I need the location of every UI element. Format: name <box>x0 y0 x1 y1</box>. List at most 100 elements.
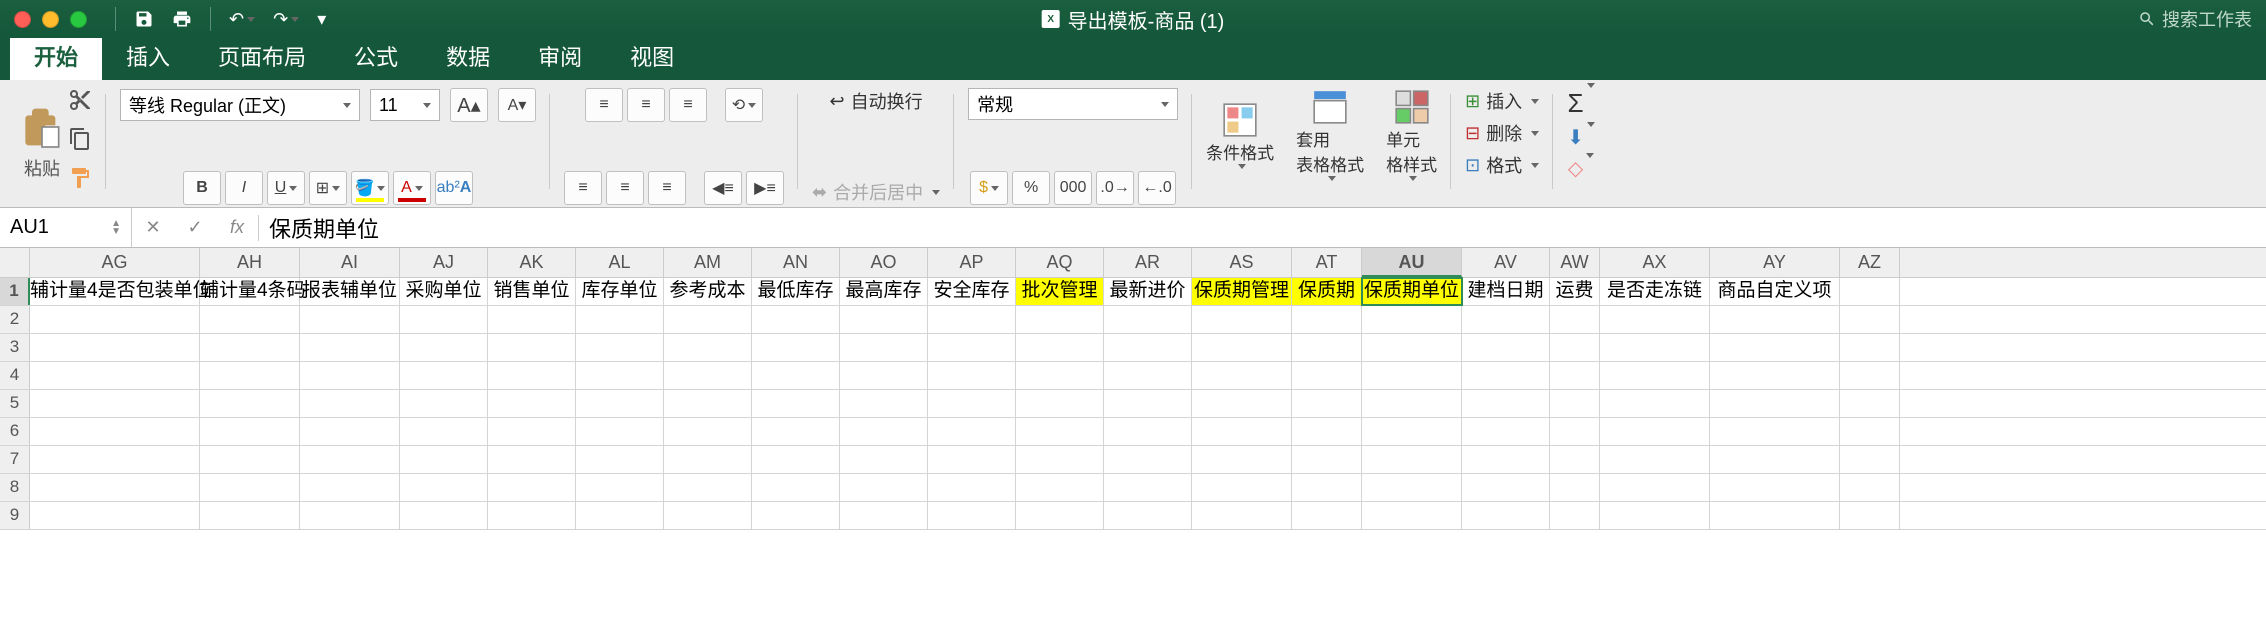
cell-AT1[interactable]: 保质期 <box>1292 278 1362 305</box>
col-header-AM[interactable]: AM <box>664 248 752 277</box>
font-color-button[interactable]: A <box>393 171 431 205</box>
cell-AL9[interactable] <box>576 502 664 529</box>
cell-AZ7[interactable] <box>1840 446 1900 473</box>
cell-AU1[interactable]: 保质期单位 <box>1362 278 1462 305</box>
fill-color-button[interactable]: 🪣 <box>351 171 389 205</box>
tab-视图[interactable]: 视图 <box>606 32 698 80</box>
cell-AQ1[interactable]: 批次管理 <box>1016 278 1104 305</box>
cell-AK1[interactable]: 销售单位 <box>488 278 576 305</box>
tab-审阅[interactable]: 审阅 <box>514 32 606 80</box>
cell-AI4[interactable] <box>300 362 400 389</box>
cell-AY2[interactable] <box>1710 306 1840 333</box>
tab-公式[interactable]: 公式 <box>330 32 422 80</box>
cell-AY7[interactable] <box>1710 446 1840 473</box>
cell-AV7[interactable] <box>1462 446 1550 473</box>
cell-AH6[interactable] <box>200 418 300 445</box>
cell-styles-button[interactable]: 单元 格样式 <box>1386 88 1437 181</box>
col-header-AO[interactable]: AO <box>840 248 928 277</box>
cell-AY1[interactable]: 商品自定义项 <box>1710 278 1840 305</box>
cell-AN8[interactable] <box>752 474 840 501</box>
cell-AV1[interactable]: 建档日期 <box>1462 278 1550 305</box>
cell-AG8[interactable] <box>30 474 200 501</box>
cell-AQ4[interactable] <box>1016 362 1104 389</box>
cell-AW8[interactable] <box>1550 474 1600 501</box>
cell-AN1[interactable]: 最低库存 <box>752 278 840 305</box>
underline-button[interactable]: U <box>267 171 305 205</box>
cell-AK5[interactable] <box>488 390 576 417</box>
cell-AG3[interactable] <box>30 334 200 361</box>
cell-AV9[interactable] <box>1462 502 1550 529</box>
tab-开始[interactable]: 开始 <box>10 32 102 80</box>
col-header-AT[interactable]: AT <box>1292 248 1362 277</box>
cell-AS5[interactable] <box>1192 390 1292 417</box>
col-header-AY[interactable]: AY <box>1710 248 1840 277</box>
formula-cancel-icon[interactable]: ✕ <box>132 217 174 238</box>
row-header-6[interactable]: 6 <box>0 418 30 445</box>
cell-AN7[interactable] <box>752 446 840 473</box>
col-header-AU[interactable]: AU <box>1362 248 1462 277</box>
cell-AX4[interactable] <box>1600 362 1710 389</box>
cell-AQ7[interactable] <box>1016 446 1104 473</box>
align-middle-icon[interactable]: ≡ <box>627 88 665 122</box>
cell-AW5[interactable] <box>1550 390 1600 417</box>
tab-页面布局[interactable]: 页面布局 <box>194 32 330 80</box>
cell-AT5[interactable] <box>1292 390 1362 417</box>
cell-AO5[interactable] <box>840 390 928 417</box>
cell-AS1[interactable]: 保质期管理 <box>1192 278 1292 305</box>
cell-AH5[interactable] <box>200 390 300 417</box>
cell-AZ1[interactable] <box>1840 278 1900 305</box>
cell-AW1[interactable]: 运费 <box>1550 278 1600 305</box>
cell-AZ6[interactable] <box>1840 418 1900 445</box>
cell-AG6[interactable] <box>30 418 200 445</box>
cell-AX1[interactable]: 是否走冻链 <box>1600 278 1710 305</box>
cell-AJ1[interactable]: 采购单位 <box>400 278 488 305</box>
row-header-9[interactable]: 9 <box>0 502 30 529</box>
cell-AQ8[interactable] <box>1016 474 1104 501</box>
cell-AQ6[interactable] <box>1016 418 1104 445</box>
number-format-select[interactable]: 常规 <box>968 88 1178 120</box>
cell-AT7[interactable] <box>1292 446 1362 473</box>
cell-AL1[interactable]: 库存单位 <box>576 278 664 305</box>
cell-AH9[interactable] <box>200 502 300 529</box>
cell-AI5[interactable] <box>300 390 400 417</box>
cell-AR6[interactable] <box>1104 418 1192 445</box>
cell-AP7[interactable] <box>928 446 1016 473</box>
redo-icon[interactable]: ↷ <box>273 9 299 30</box>
cell-AW2[interactable] <box>1550 306 1600 333</box>
cell-AW7[interactable] <box>1550 446 1600 473</box>
cell-AW9[interactable] <box>1550 502 1600 529</box>
cell-AS7[interactable] <box>1192 446 1292 473</box>
col-header-AH[interactable]: AH <box>200 248 300 277</box>
cell-AU9[interactable] <box>1362 502 1462 529</box>
cell-AN5[interactable] <box>752 390 840 417</box>
cell-AW3[interactable] <box>1550 334 1600 361</box>
cell-AY5[interactable] <box>1710 390 1840 417</box>
cell-AS2[interactable] <box>1192 306 1292 333</box>
cell-AZ5[interactable] <box>1840 390 1900 417</box>
cell-AY6[interactable] <box>1710 418 1840 445</box>
row-header-1[interactable]: 1 <box>0 278 30 305</box>
increase-indent-icon[interactable]: ▶≡ <box>746 171 784 205</box>
col-header-AP[interactable]: AP <box>928 248 1016 277</box>
cell-AN6[interactable] <box>752 418 840 445</box>
cell-AQ3[interactable] <box>1016 334 1104 361</box>
cell-AI6[interactable] <box>300 418 400 445</box>
cell-AT6[interactable] <box>1292 418 1362 445</box>
search-box[interactable]: 搜索工作表 <box>2138 6 2252 32</box>
cell-AY9[interactable] <box>1710 502 1840 529</box>
cell-AV4[interactable] <box>1462 362 1550 389</box>
cell-AY4[interactable] <box>1710 362 1840 389</box>
cell-AR5[interactable] <box>1104 390 1192 417</box>
cell-AN4[interactable] <box>752 362 840 389</box>
cell-AM2[interactable] <box>664 306 752 333</box>
row-header-7[interactable]: 7 <box>0 446 30 473</box>
cell-AS3[interactable] <box>1192 334 1292 361</box>
cell-AL6[interactable] <box>576 418 664 445</box>
orientation-icon[interactable]: ⟲ <box>725 88 763 122</box>
col-header-AZ[interactable]: AZ <box>1840 248 1900 277</box>
cell-AH8[interactable] <box>200 474 300 501</box>
cell-AR1[interactable]: 最新进价 <box>1104 278 1192 305</box>
maximize-window[interactable] <box>70 11 87 28</box>
undo-icon[interactable]: ↶ <box>229 9 255 30</box>
cell-AL8[interactable] <box>576 474 664 501</box>
